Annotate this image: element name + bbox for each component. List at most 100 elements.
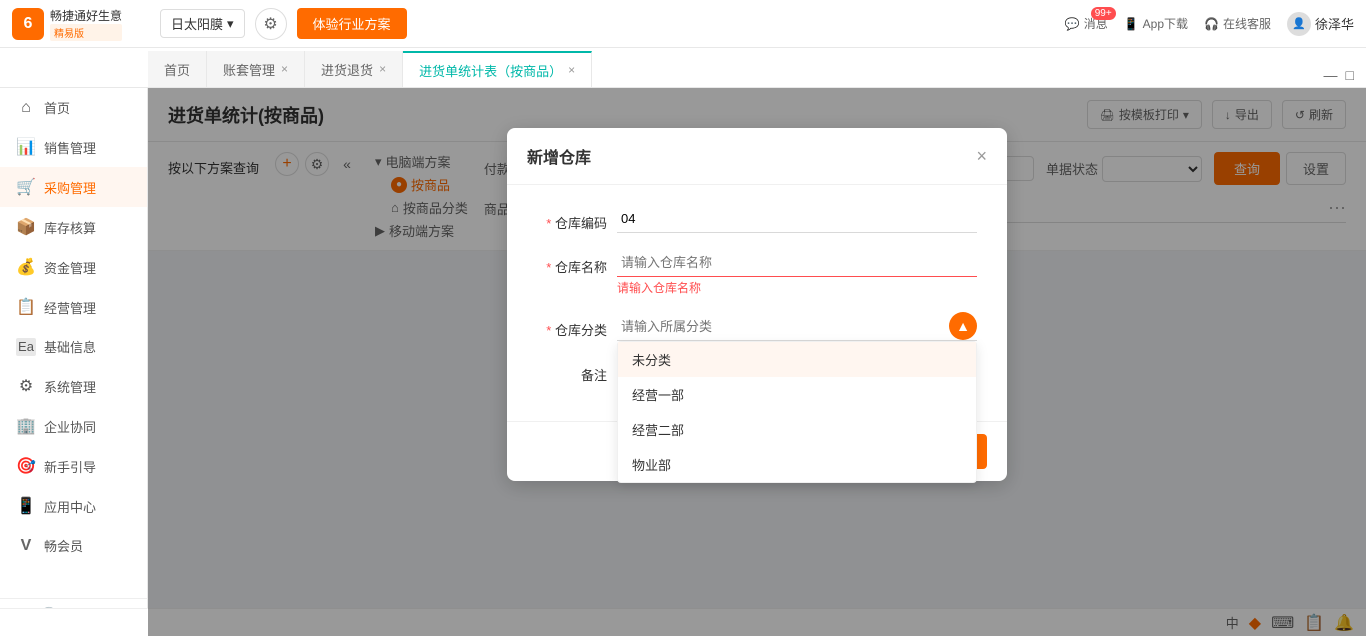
dropdown-item-3[interactable]: 物业部: [618, 447, 976, 482]
user-name: 徐泽华: [1315, 14, 1354, 33]
required-star-name: *: [546, 260, 551, 275]
enterprise-icon: 🏢: [16, 416, 36, 436]
message-icon: 💬: [1065, 17, 1080, 31]
phone-icon: 📱: [1124, 17, 1139, 31]
purchase-icon: 🛒: [16, 177, 36, 197]
category-wrapper: ▲ 未分类 经营一部 经营二部 物业部: [617, 312, 977, 341]
trial-button[interactable]: 体验行业方案: [297, 8, 407, 39]
member-icon: V: [16, 537, 36, 555]
sidebar-item-basic-info[interactable]: Ea 基础信息: [0, 327, 147, 366]
modal-add-warehouse: 新增仓库 × * 仓库编码: [507, 128, 1007, 481]
home-icon: ⌂: [16, 99, 36, 117]
sidebar-item-purchase[interactable]: 🛒 采购管理: [0, 167, 147, 207]
chevron-down-icon: ▾: [227, 16, 234, 32]
tab-purchase-return-label: 进货退货: [321, 60, 373, 79]
sidebar-item-home-label: 首页: [44, 98, 70, 117]
guide-icon: 🎯: [16, 456, 36, 476]
logo-icon: 6: [12, 8, 44, 40]
modal-overlay: 新增仓库 × * 仓库编码: [148, 88, 1366, 636]
inventory-icon: 📦: [16, 217, 36, 237]
modal-title: 新增仓库: [527, 144, 591, 168]
code-input-wrapper: [617, 205, 977, 233]
modal-close-button[interactable]: ×: [976, 146, 987, 167]
tab-bar: 首页 账套管理 × 进货退货 × 进货单统计表（按商品） × — □: [0, 48, 1366, 88]
app-label: App下载: [1143, 15, 1188, 32]
sidebar-item-app[interactable]: 📱 应用中心: [0, 486, 147, 526]
tab-home-label: 首页: [164, 60, 190, 79]
code-input[interactable]: [617, 205, 977, 233]
sidebar-item-finance-label: 资金管理: [44, 258, 96, 277]
tab-account-label: 账套管理: [223, 60, 275, 79]
top-header: 6 畅捷通好生意 精易版 日太阳膜 ▾ ⚙ 体验行业方案 💬 消息 99+ 📱 …: [0, 0, 1366, 48]
sidebar-item-enterprise[interactable]: 🏢 企业协同: [0, 406, 147, 446]
sidebar-item-home[interactable]: ⌂ 首页: [0, 88, 147, 127]
tab-purchase-stats[interactable]: 进货单统计表（按商品） ×: [403, 51, 592, 87]
service-label: 在线客服: [1223, 15, 1271, 32]
tab-purchase-return-close[interactable]: ×: [379, 62, 386, 76]
sidebar-item-system[interactable]: ⚙ 系统管理: [0, 366, 147, 406]
sidebar-item-inventory[interactable]: 📦 库存核算: [0, 207, 147, 247]
required-star-cat: *: [546, 323, 551, 338]
sidebar-item-system-label: 系统管理: [44, 377, 96, 396]
header-right: 💬 消息 99+ 📱 App下载 🎧 在线客服 👤 徐泽华: [1065, 12, 1354, 36]
avatar: 👤: [1287, 12, 1311, 36]
modal-header: 新增仓库 ×: [507, 128, 1007, 185]
logo-area: 6 畅捷通好生意 精易版: [12, 7, 160, 41]
user-menu[interactable]: 👤 徐泽华: [1287, 12, 1354, 36]
category-arrow-button[interactable]: ▲: [949, 312, 977, 340]
name-input[interactable]: [617, 249, 977, 277]
form-row-name: * 仓库名称 请输入仓库名称: [537, 249, 977, 296]
tab-account-close[interactable]: ×: [281, 62, 288, 76]
message-badge: 99+: [1091, 7, 1116, 20]
store-selector[interactable]: 日太阳膜 ▾: [160, 9, 245, 38]
code-label: * 仓库编码: [537, 205, 607, 232]
tab-controls: — □: [1320, 63, 1366, 87]
sidebar-item-guide-label: 新手引导: [44, 457, 96, 476]
category-label: * 仓库分类: [537, 312, 607, 339]
modal-body: * 仓库编码 * 仓库名称: [507, 185, 1007, 421]
dropdown-item-0[interactable]: 未分类: [618, 342, 976, 377]
app-download-button[interactable]: 📱 App下载: [1124, 15, 1188, 32]
finance-icon: 💰: [16, 257, 36, 277]
sidebar-item-basic-info-label: 基础信息: [44, 337, 96, 356]
sidebar-item-enterprise-label: 企业协同: [44, 417, 96, 436]
store-name: 日太阳膜: [171, 14, 223, 33]
tab-purchase-return[interactable]: 进货退货 ×: [305, 51, 403, 87]
sidebar: ⌂ 首页 📊 销售管理 🛒 采购管理 📦 库存核算 💰 资金管理 📋 经营管理 …: [0, 88, 148, 636]
tab-purchase-stats-close[interactable]: ×: [568, 63, 575, 77]
note-label: 备注: [537, 357, 607, 384]
sidebar-item-purchase-label: 采购管理: [44, 178, 96, 197]
sidebar-item-operation[interactable]: 📋 经营管理: [0, 287, 147, 327]
category-input[interactable]: [617, 313, 949, 340]
name-label: * 仓库名称: [537, 249, 607, 276]
headset-icon: 🎧: [1204, 17, 1219, 31]
tab-prev-button[interactable]: —: [1320, 63, 1342, 87]
category-dropdown: 未分类 经营一部 经营二部 物业部: [617, 341, 977, 483]
required-star: *: [546, 216, 551, 231]
tab-next-button[interactable]: □: [1342, 63, 1358, 87]
chevron-up-icon: ▲: [956, 318, 970, 334]
name-input-wrapper: 请输入仓库名称: [617, 249, 977, 296]
tab-home[interactable]: 首页: [148, 51, 207, 87]
form-row-category: * 仓库分类 ▲ 未分类: [537, 312, 977, 341]
settings-button[interactable]: ⚙: [255, 8, 287, 40]
dropdown-item-1[interactable]: 经营一部: [618, 377, 976, 412]
message-button[interactable]: 💬 消息 99+: [1065, 15, 1108, 32]
tab-account[interactable]: 账套管理 ×: [207, 51, 305, 87]
sidebar-item-member[interactable]: V 畅会员: [0, 526, 147, 565]
content-area: 进货单统计(按商品) 🖨 按模板打印 ▾ ↓ 导出 ↺ 刷新 按以下方案查询: [148, 88, 1366, 636]
sidebar-item-sales[interactable]: 📊 销售管理: [0, 127, 147, 167]
main-layout: ⌂ 首页 📊 销售管理 🛒 采购管理 📦 库存核算 💰 资金管理 📋 经营管理 …: [0, 88, 1366, 636]
sidebar-item-app-label: 应用中心: [44, 497, 96, 516]
gear-icon: ⚙: [263, 14, 277, 34]
sales-icon: 📊: [16, 137, 36, 157]
dropdown-item-2[interactable]: 经营二部: [618, 412, 976, 447]
operation-icon: 📋: [16, 297, 36, 317]
sidebar-item-guide[interactable]: 🎯 新手引导: [0, 446, 147, 486]
category-input-row: ▲: [617, 312, 977, 341]
sidebar-item-finance[interactable]: 💰 资金管理: [0, 247, 147, 287]
sidebar-item-sales-label: 销售管理: [44, 138, 96, 157]
logo-badge: 精易版: [50, 24, 122, 41]
name-error-msg: 请输入仓库名称: [617, 279, 977, 296]
service-button[interactable]: 🎧 在线客服: [1204, 15, 1271, 32]
